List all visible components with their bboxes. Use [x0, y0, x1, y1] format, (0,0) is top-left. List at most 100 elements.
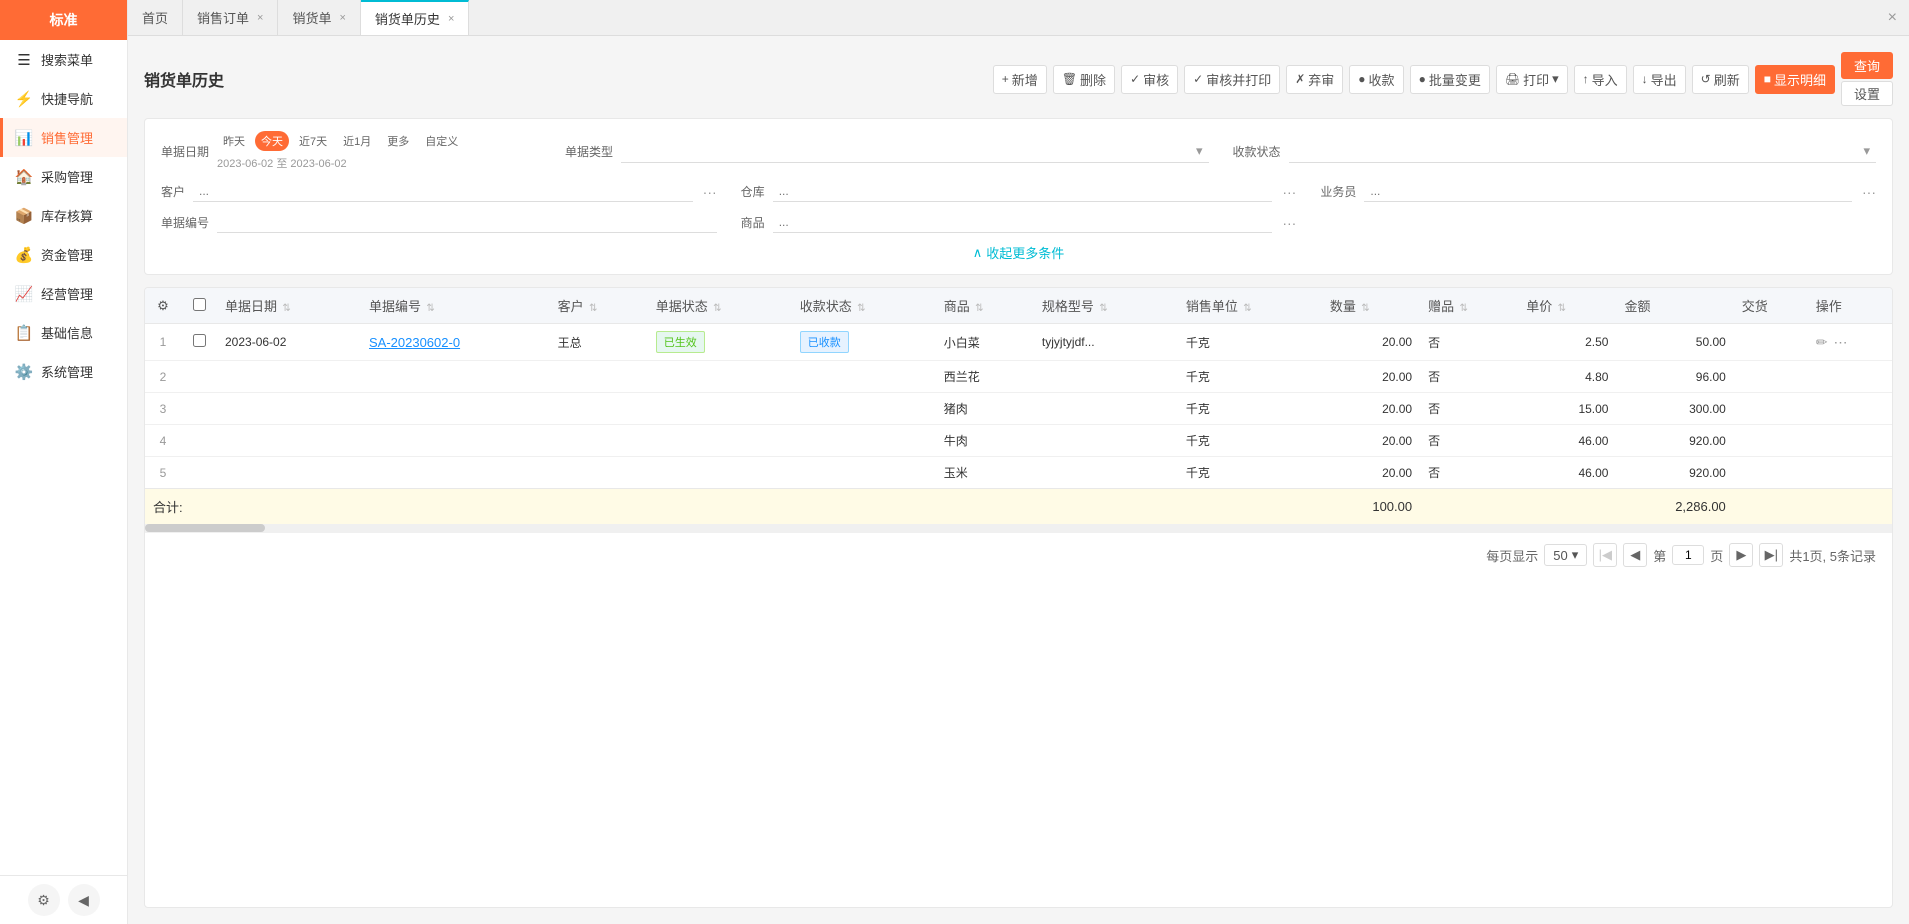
system-icon: ⚙️ [15, 363, 33, 381]
date-tab-more[interactable]: 更多 [381, 131, 415, 151]
goods-dots[interactable]: ··· [1282, 215, 1296, 231]
goods-input[interactable] [773, 212, 1273, 233]
first-page-btn[interactable]: |◀ [1593, 543, 1617, 567]
prev-page-btn[interactable]: ◀ [1623, 543, 1647, 567]
sidebar-item-label: 基础信息 [41, 323, 93, 342]
customer-input[interactable] [193, 181, 693, 202]
cell-checkbox [181, 457, 217, 489]
sidebar-item-quick-nav[interactable]: ⚡ 快捷导航 [0, 79, 127, 118]
export-button[interactable]: ↓ 导出 [1633, 65, 1686, 94]
cell-rownum: 4 [145, 425, 181, 457]
refresh-button[interactable]: ↺ 刷新 [1692, 65, 1749, 94]
doc-number-link[interactable]: SA-20230602-0 [369, 335, 460, 350]
col-doc-status[interactable]: 单据状态 ⇅ [648, 288, 792, 324]
add-button[interactable]: + 新增 [993, 65, 1047, 94]
col-customer[interactable]: 客户 ⇅ [550, 288, 648, 324]
tab-sales-order-close[interactable]: × [257, 12, 263, 24]
cell-transaction [1734, 393, 1808, 425]
col-doc-date-label: 单据日期 [225, 299, 277, 314]
sidebar-item-basic-info[interactable]: 📋 基础信息 [0, 313, 127, 352]
edit-icon[interactable]: ✏ [1816, 334, 1828, 351]
per-page-select[interactable]: 50 ▾ [1544, 544, 1587, 566]
row-checkbox[interactable] [193, 334, 206, 347]
col-doc-number[interactable]: 单据编号 ⇅ [361, 288, 550, 324]
horizontal-scrollbar[interactable] [145, 524, 1892, 532]
doc-number-input[interactable] [217, 212, 717, 233]
tab-sales-order-label: 销售订单 [197, 8, 249, 27]
date-tab-today[interactable]: 今天 [255, 131, 289, 151]
col-spec[interactable]: 规格型号 ⇅ [1034, 288, 1178, 324]
col-payment-status[interactable]: 收款状态 ⇅ [792, 288, 936, 324]
tab-sales-history[interactable]: 销货单历史 × [361, 0, 469, 35]
cell-unit-price: 15.00 [1518, 393, 1616, 425]
tab-home[interactable]: 首页 [128, 0, 183, 35]
sort-customer-icon: ⇅ [589, 303, 597, 314]
tab-sales-order[interactable]: 销售订单 × [183, 0, 278, 35]
tab-sales-delivery[interactable]: 销货单 × [278, 0, 360, 35]
sidebar-collapse-btn[interactable]: ◀ [68, 884, 100, 916]
col-checkbox [181, 288, 217, 324]
salesperson-dots[interactable]: ··· [1862, 184, 1876, 200]
select-all-checkbox[interactable] [193, 298, 206, 311]
sidebar-item-sales[interactable]: 📊 销售管理 [0, 118, 127, 157]
cell-doc-status [648, 425, 792, 457]
per-page-value: 50 [1553, 548, 1567, 563]
sidebar-settings-btn[interactable]: ⚙ [28, 884, 60, 916]
date-tab-1month[interactable]: 近1月 [337, 131, 377, 151]
sidebar-item-label: 库存核算 [41, 206, 93, 225]
more-icon[interactable]: ⋯ [1834, 334, 1848, 351]
col-unit[interactable]: 销售单位 ⇅ [1178, 288, 1322, 324]
salesperson-input[interactable] [1364, 181, 1852, 202]
query-button[interactable]: 查询 [1841, 52, 1893, 79]
next-page-btn[interactable]: ▶ [1729, 543, 1753, 567]
page-unit: 页 [1710, 546, 1723, 565]
warehouse-dots[interactable]: ··· [1282, 184, 1296, 200]
collect-label: 收款 [1369, 70, 1395, 89]
customer-dots[interactable]: ··· [703, 184, 717, 200]
settings-filter-button[interactable]: 设置 [1841, 81, 1893, 106]
abandon-button[interactable]: ✗ 弃审 [1286, 65, 1343, 94]
filter-row-1: 单据日期 昨天 今天 近7天 近1月 更多 自定义 2023-06-02 至 2… [161, 131, 1876, 171]
col-doc-date[interactable]: 单据日期 ⇅ [217, 288, 361, 324]
last-page-btn[interactable]: ▶| [1759, 543, 1783, 567]
page-number-input[interactable] [1672, 545, 1704, 565]
tab-sales-delivery-close[interactable]: × [339, 12, 345, 24]
warehouse-input[interactable] [773, 181, 1273, 202]
payment-status-select[interactable]: ▾ [1289, 140, 1876, 163]
col-settings[interactable]: ⚙ [145, 288, 181, 324]
delete-button[interactable]: 🗑 删除 [1053, 65, 1115, 94]
sidebar-item-purchase[interactable]: 🏠 采购管理 [0, 157, 127, 196]
sidebar-item-operations[interactable]: 📈 经营管理 [0, 274, 127, 313]
import-button[interactable]: ↑ 导入 [1574, 65, 1627, 94]
date-tab-7days[interactable]: 近7天 [293, 131, 333, 151]
col-quantity[interactable]: 数量 ⇅ [1322, 288, 1420, 324]
summary-quantity: 100.00 [1322, 489, 1420, 525]
col-goods[interactable]: 商品 ⇅ [936, 288, 1034, 324]
show-detail-button[interactable]: ■ 显示明细 [1755, 65, 1835, 94]
tab-sales-history-close[interactable]: × [448, 13, 454, 25]
print-button[interactable]: 🖨 打印 ▾ [1496, 65, 1568, 94]
cell-goods: 猪肉 [936, 393, 1034, 425]
sidebar-item-search[interactable]: ☰ 搜索菜单 [0, 40, 127, 79]
batch-change-button[interactable]: ● 批量变更 [1410, 65, 1490, 94]
collapse-btn[interactable]: ∧ 收起更多条件 [973, 243, 1065, 262]
audit-button[interactable]: ✓ 审核 [1121, 65, 1178, 94]
sidebar-item-finance[interactable]: 💰 资金管理 [0, 235, 127, 274]
doc-type-select[interactable]: ▾ [621, 140, 1208, 163]
collect-button[interactable]: ● 收款 [1349, 65, 1403, 94]
cell-checkbox [181, 361, 217, 393]
date-tab-yesterday[interactable]: 昨天 [217, 131, 251, 151]
col-unit-price[interactable]: 单价 ⇅ [1518, 288, 1616, 324]
cell-gift: 否 [1420, 324, 1518, 361]
page-content: 销货单历史 + 新增 🗑 删除 ✓ 审核 ✓ 审核并打印 [128, 36, 1909, 924]
cell-unit-price: 46.00 [1518, 457, 1616, 489]
scroll-thumb[interactable] [145, 524, 265, 532]
cell-transaction [1734, 361, 1808, 393]
date-tab-custom[interactable]: 自定义 [419, 131, 464, 151]
sidebar-item-inventory[interactable]: 📦 库存核算 [0, 196, 127, 235]
col-gift[interactable]: 赠品 ⇅ [1420, 288, 1518, 324]
sidebar-item-system[interactable]: ⚙️ 系统管理 [0, 352, 127, 391]
cell-spec: tyjyjtyjdf... [1034, 324, 1178, 361]
audit-print-button[interactable]: ✓ 审核并打印 [1184, 65, 1280, 94]
tabs-close-all-btn[interactable]: × [1876, 9, 1909, 27]
